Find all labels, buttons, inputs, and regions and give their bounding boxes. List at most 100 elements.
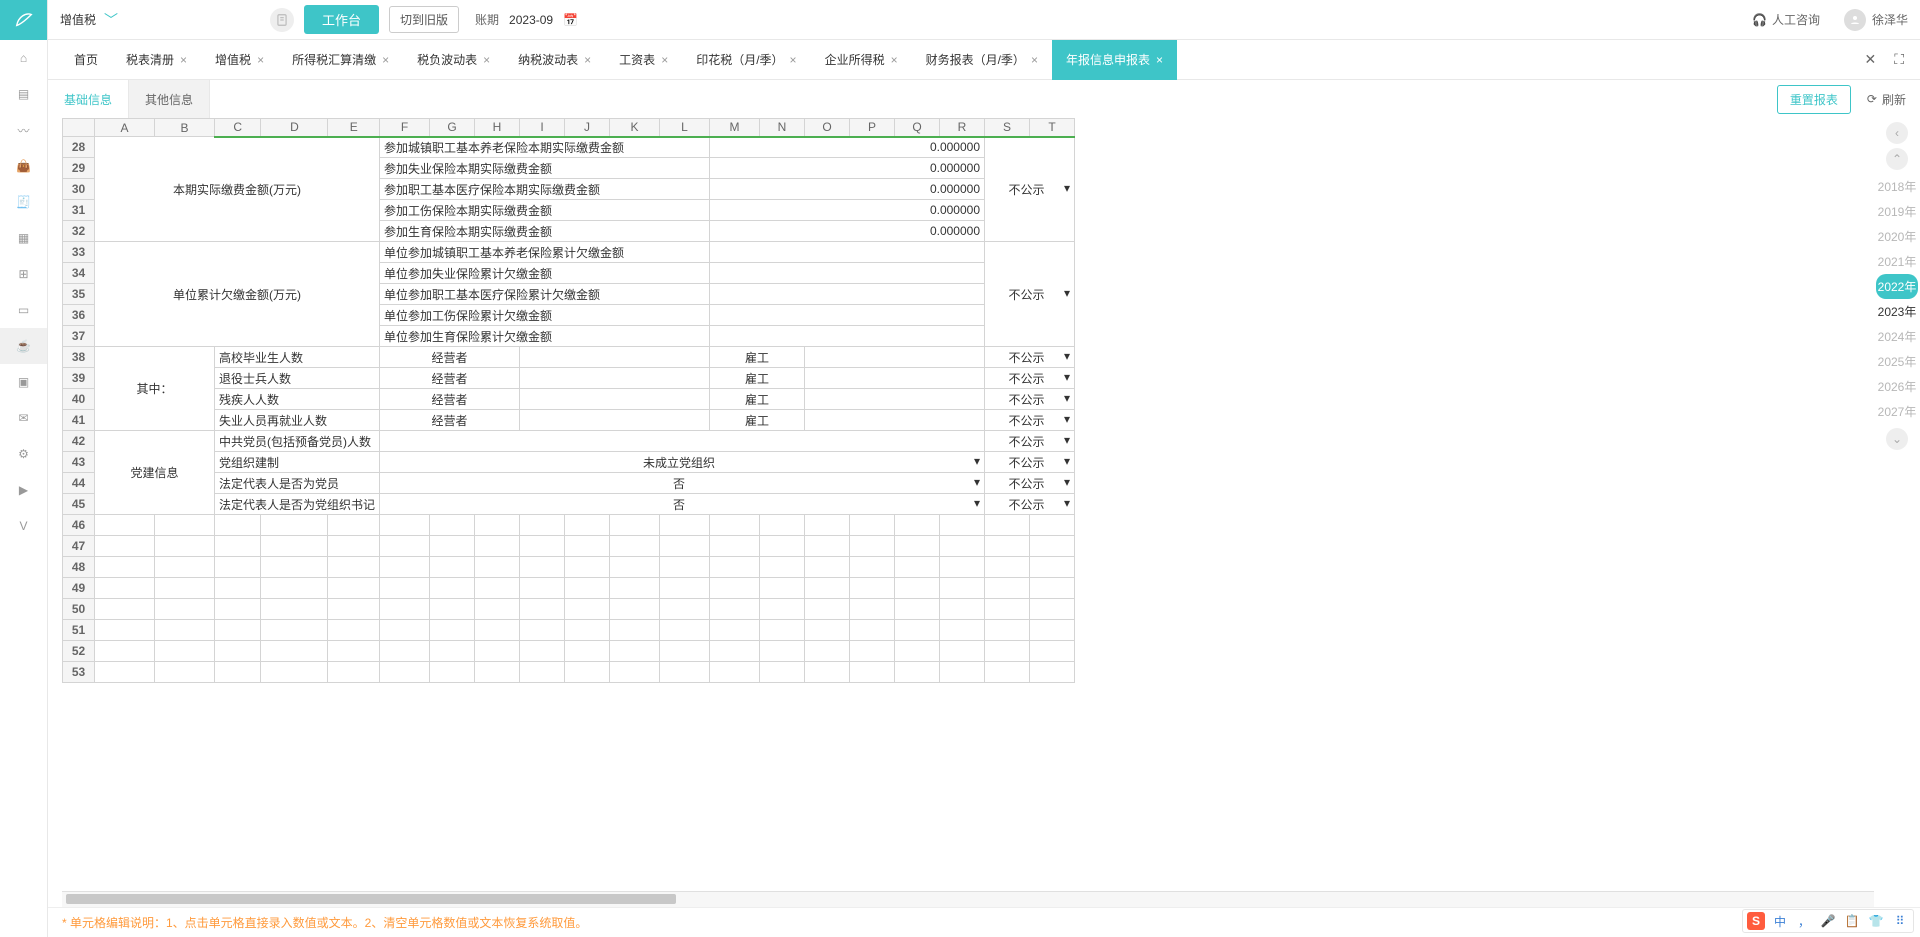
col-M[interactable]: M bbox=[710, 119, 760, 137]
col-K[interactable]: K bbox=[610, 119, 660, 137]
col-S[interactable]: S bbox=[985, 119, 1030, 137]
user-menu[interactable]: 徐泽华 bbox=[1844, 9, 1908, 31]
year-2020年[interactable]: 2020年 bbox=[1876, 224, 1918, 249]
ime-s-icon[interactable]: S bbox=[1747, 912, 1765, 930]
col-P[interactable]: P bbox=[850, 119, 895, 137]
mid2-val[interactable] bbox=[805, 368, 985, 389]
row-41[interactable]: 41 bbox=[63, 410, 95, 431]
tab-0[interactable]: 首页 bbox=[60, 40, 112, 80]
row-48[interactable]: 48 bbox=[63, 557, 95, 578]
tab-9[interactable]: 财务报表（月/季）× bbox=[912, 40, 1052, 80]
wide-val-cell[interactable] bbox=[380, 431, 985, 452]
mid2-val[interactable] bbox=[805, 410, 985, 431]
col-D[interactable]: D bbox=[261, 119, 328, 137]
wide-val-cell[interactable]: 否▾ bbox=[380, 494, 985, 515]
row-35[interactable]: 35 bbox=[63, 284, 95, 305]
cell-value[interactable]: 0.000000 bbox=[710, 179, 985, 200]
row-36[interactable]: 36 bbox=[63, 305, 95, 326]
sidebar-item-3[interactable]: 👜 bbox=[0, 148, 47, 184]
ime-item-5[interactable]: ⠿ bbox=[1891, 912, 1909, 930]
col-B[interactable]: B bbox=[155, 119, 215, 137]
public-cell[interactable]: 不公示▾ bbox=[985, 410, 1075, 431]
public-cell[interactable]: 不公示▾ bbox=[985, 431, 1075, 452]
refresh-button[interactable]: ⟳ 刷新 bbox=[1867, 91, 1906, 108]
row-38[interactable]: 38 bbox=[63, 347, 95, 368]
mid2-val[interactable] bbox=[805, 389, 985, 410]
tab-8[interactable]: 企业所得税× bbox=[811, 40, 912, 80]
row-43[interactable]: 43 bbox=[63, 452, 95, 473]
row-40[interactable]: 40 bbox=[63, 389, 95, 410]
row-33[interactable]: 33 bbox=[63, 242, 95, 263]
horizontal-scrollbar[interactable] bbox=[62, 891, 1874, 907]
sidebar-item-6[interactable]: ⊞ bbox=[0, 256, 47, 292]
public-cell[interactable]: 不公示▾ bbox=[985, 137, 1075, 242]
close-icon[interactable]: × bbox=[790, 53, 797, 67]
mid1-val[interactable] bbox=[520, 389, 710, 410]
rail-up-button[interactable]: ⌃ bbox=[1886, 148, 1908, 170]
doc-icon[interactable] bbox=[270, 8, 294, 32]
col-L[interactable]: L bbox=[660, 119, 710, 137]
mid2-val[interactable] bbox=[805, 347, 985, 368]
ime-item-1[interactable]: ， bbox=[1795, 912, 1813, 930]
close-icon[interactable]: × bbox=[584, 53, 591, 67]
col-I[interactable]: I bbox=[520, 119, 565, 137]
row-32[interactable]: 32 bbox=[63, 221, 95, 242]
wide-val-cell[interactable]: 否▾ bbox=[380, 473, 985, 494]
cell-value[interactable] bbox=[710, 305, 985, 326]
year-2019年[interactable]: 2019年 bbox=[1876, 199, 1918, 224]
expand-button[interactable]: ⛶ bbox=[1890, 47, 1908, 72]
ime-item-2[interactable]: 🎤 bbox=[1819, 912, 1837, 930]
reset-button[interactable]: 重置报表 bbox=[1777, 85, 1851, 114]
mid1-val[interactable] bbox=[520, 410, 710, 431]
row-53[interactable]: 53 bbox=[63, 662, 95, 683]
row-44[interactable]: 44 bbox=[63, 473, 95, 494]
wide-val-cell[interactable]: 未成立党组织▾ bbox=[380, 452, 985, 473]
tab-6[interactable]: 工资表× bbox=[605, 40, 682, 80]
public-cell[interactable]: 不公示▾ bbox=[985, 347, 1075, 368]
public-cell[interactable]: 不公示▾ bbox=[985, 452, 1075, 473]
cell-value[interactable] bbox=[710, 263, 985, 284]
public-cell[interactable]: 不公示▾ bbox=[985, 242, 1075, 347]
year-2021年[interactable]: 2021年 bbox=[1876, 249, 1918, 274]
close-icon[interactable]: × bbox=[891, 53, 898, 67]
cell-value[interactable]: 0.000000 bbox=[710, 137, 985, 158]
tab-2[interactable]: 增值税× bbox=[201, 40, 278, 80]
sidebar-item-9[interactable]: ▣ bbox=[0, 364, 47, 400]
row-45[interactable]: 45 bbox=[63, 494, 95, 515]
tab-3[interactable]: 所得税汇算清缴× bbox=[278, 40, 403, 80]
col-N[interactable]: N bbox=[760, 119, 805, 137]
calendar-icon[interactable]: 📅 bbox=[563, 13, 578, 27]
ime-item-0[interactable]: 中 bbox=[1771, 912, 1789, 930]
close-icon[interactable]: × bbox=[483, 53, 490, 67]
row-47[interactable]: 47 bbox=[63, 536, 95, 557]
col-T[interactable]: T bbox=[1030, 119, 1075, 137]
row-30[interactable]: 30 bbox=[63, 179, 95, 200]
col-J[interactable]: J bbox=[565, 119, 610, 137]
cell-value[interactable] bbox=[710, 284, 985, 305]
ime-item-4[interactable]: 👕 bbox=[1867, 912, 1885, 930]
year-2023年[interactable]: 2023年 bbox=[1876, 299, 1918, 324]
row-46[interactable]: 46 bbox=[63, 515, 95, 536]
public-cell[interactable]: 不公示▾ bbox=[985, 473, 1075, 494]
org-selector[interactable]: 增值税 ﹀ bbox=[60, 10, 260, 30]
year-2018年[interactable]: 2018年 bbox=[1876, 174, 1918, 199]
row-37[interactable]: 37 bbox=[63, 326, 95, 347]
spreadsheet[interactable]: ABCDEFGHIJKLMNOPQRST28本期实际缴费金额(万元)参加城镇职工… bbox=[62, 118, 1874, 887]
sidebar-item-11[interactable]: ⚙ bbox=[0, 436, 47, 472]
row-39[interactable]: 39 bbox=[63, 368, 95, 389]
col-O[interactable]: O bbox=[805, 119, 850, 137]
row-49[interactable]: 49 bbox=[63, 578, 95, 599]
col-Q[interactable]: Q bbox=[895, 119, 940, 137]
close-icon[interactable]: × bbox=[1156, 53, 1163, 67]
col-F[interactable]: F bbox=[380, 119, 430, 137]
row-34[interactable]: 34 bbox=[63, 263, 95, 284]
sidebar-item-0[interactable]: ⌂ bbox=[0, 40, 47, 76]
sidebar-item-7[interactable]: ▭ bbox=[0, 292, 47, 328]
row-28[interactable]: 28 bbox=[63, 137, 95, 158]
tab-7[interactable]: 印花税（月/季）× bbox=[682, 40, 810, 80]
cell-value[interactable] bbox=[710, 326, 985, 347]
period-value[interactable]: 2023-09 bbox=[509, 13, 553, 27]
sidebar-item-12[interactable]: ▶ bbox=[0, 472, 47, 508]
sidebar-item-10[interactable]: ✉ bbox=[0, 400, 47, 436]
tab-1[interactable]: 税表清册× bbox=[112, 40, 201, 80]
